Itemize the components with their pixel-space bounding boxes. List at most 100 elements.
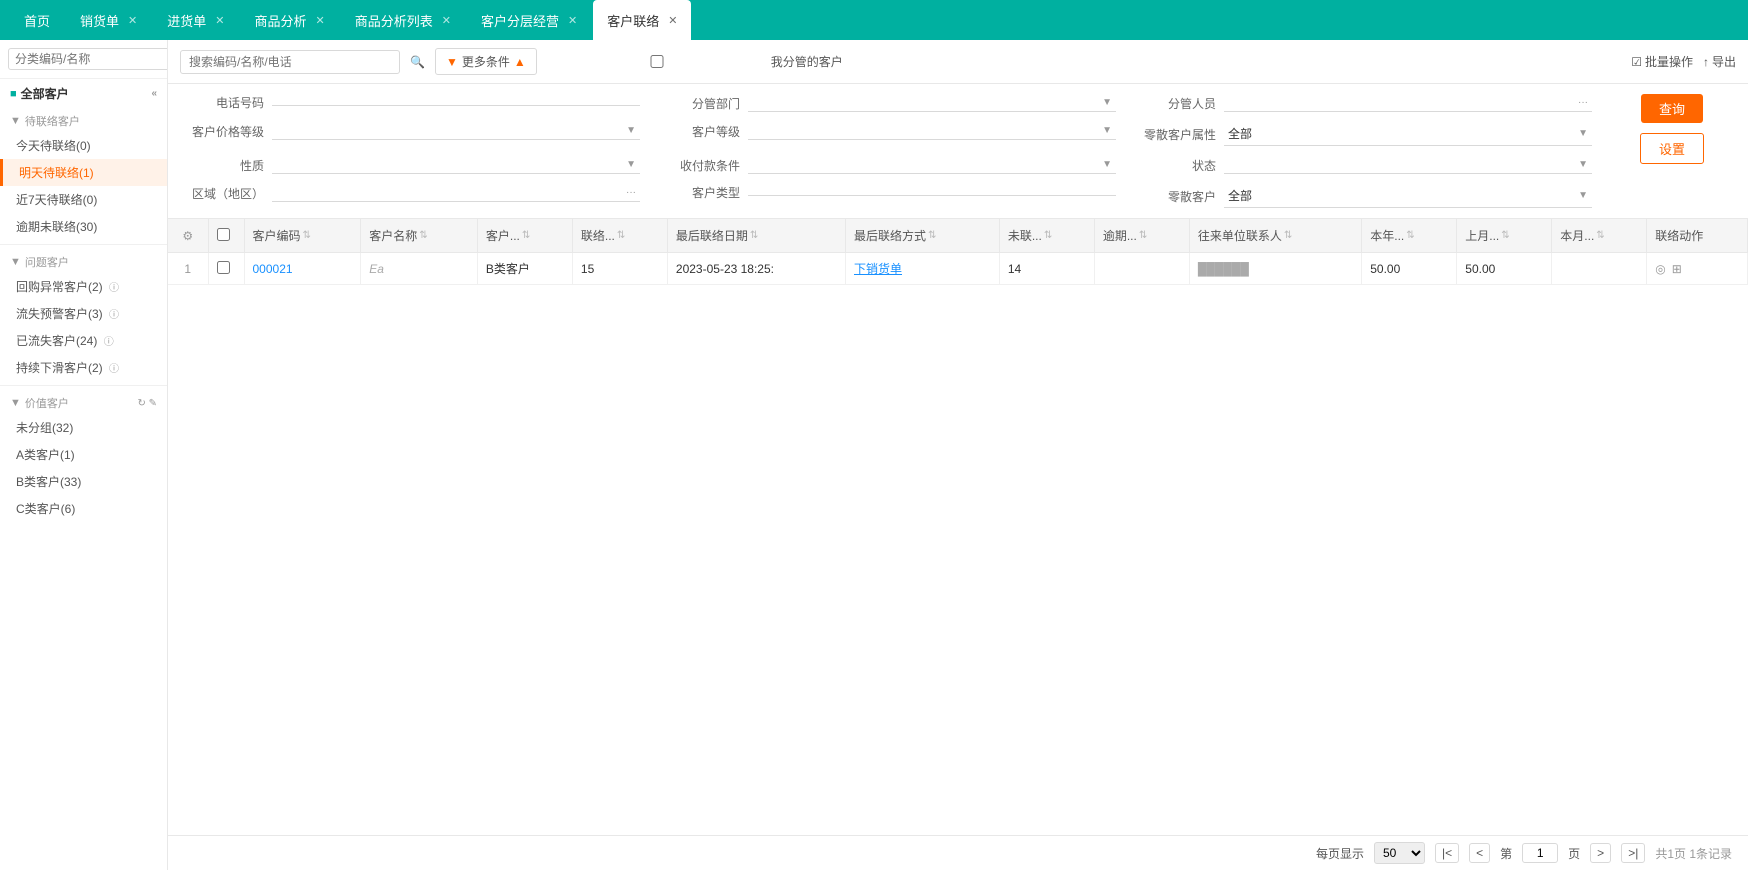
more-conditions-btn[interactable]: ▼ 更多条件 ▲	[435, 48, 537, 75]
filter-row-status: 状态 ▼	[1136, 156, 1592, 174]
nav-item-analysis[interactable]: 商品分析 ✕	[240, 0, 338, 40]
filter-row-region: 区域（地区） ···	[184, 184, 640, 202]
filter-nature-select[interactable]: ▼	[272, 156, 640, 174]
filter-price-level-select[interactable]: ▼	[272, 122, 640, 140]
filter-retail-customer-select[interactable]: 全部 ▼	[1224, 184, 1592, 208]
th-overdue[interactable]: 逾期... ⇅	[1094, 219, 1189, 253]
table-row: 1 000021 Ea B类客户 15 2023-05-23 18:25: 下销…	[168, 253, 1748, 285]
sidebar-item-unclassified[interactable]: 未分组(32)	[0, 414, 167, 441]
sidebar-item-declining[interactable]: 持续下滑客户(2) ⓘ	[0, 354, 167, 381]
row-contacts: ██████	[1189, 253, 1361, 285]
nav-close-purchase[interactable]: ✕	[215, 14, 224, 27]
th-name[interactable]: 客户名称 ⇅	[361, 219, 478, 253]
sidebar-item-class-c[interactable]: C类客户(6)	[0, 495, 167, 522]
nav-close-customer-contact[interactable]: ✕	[668, 14, 677, 27]
filter-region-input[interactable]: ···	[272, 184, 640, 202]
sidebar-all-customers[interactable]: ■ 全部客户 «	[0, 79, 167, 108]
filter-status-select[interactable]: ▼	[1224, 156, 1592, 174]
row-last-month: 50.00	[1457, 253, 1552, 285]
sidebar-item-7days[interactable]: 近7天待联络(0)	[0, 186, 167, 213]
last-page-btn[interactable]: >|	[1621, 843, 1645, 863]
th-contact[interactable]: 联络... ⇅	[572, 219, 667, 253]
query-btn[interactable]: 查询	[1641, 94, 1703, 123]
sidebar-item-churn-warning[interactable]: 流失预警客户(3) ⓘ	[0, 300, 167, 327]
filter-icon: ▼	[446, 55, 458, 69]
page-input[interactable]	[1522, 843, 1558, 863]
row-checkbox[interactable]	[208, 253, 244, 285]
sidebar-item-class-a[interactable]: A类客户(1)	[0, 441, 167, 468]
nav-close-analysis[interactable]: ✕	[316, 14, 325, 27]
sidebar-group-pending[interactable]: ▼ 待联络客户	[0, 108, 167, 132]
th-settings[interactable]: ⚙	[168, 219, 208, 253]
top-nav: 首页 销货单 ✕ 进货单 ✕ 商品分析 ✕ 商品分析列表 ✕ 客户分层经营 ✕ …	[0, 0, 1748, 40]
advanced-filter-panel: 电话号码 分管部门 ▼ 分管人员 ···	[168, 84, 1748, 219]
th-this-month[interactable]: 本月... ⇅	[1552, 219, 1647, 253]
filter-search-icon[interactable]: 🔍	[410, 55, 425, 69]
nav-close-sales[interactable]: ✕	[128, 14, 137, 27]
th-type[interactable]: 客户... ⇅	[477, 219, 572, 253]
th-not-contacted[interactable]: 未联... ⇅	[999, 219, 1094, 253]
filter-retail-attr-select[interactable]: 全部 ▼	[1224, 122, 1592, 146]
nav-close-analysis-list[interactable]: ✕	[442, 14, 451, 27]
export-btn[interactable]: ↑ 导出	[1703, 53, 1736, 70]
th-contacts[interactable]: 往来单位联系人 ⇅	[1189, 219, 1361, 253]
row-last-method[interactable]: 下销货单	[846, 253, 1000, 285]
my-customers-filter: 我分管的客户	[547, 53, 843, 70]
th-this-year[interactable]: 本年... ⇅	[1362, 219, 1457, 253]
filter-manager-input[interactable]: ···	[1224, 94, 1592, 112]
row-action-add-icon[interactable]: ⊞	[1672, 262, 1682, 276]
sidebar-group-problem[interactable]: ▼ 问题客户	[0, 249, 167, 273]
row-select-checkbox[interactable]	[217, 261, 230, 274]
row-last-date: 2023-05-23 18:25:	[667, 253, 845, 285]
nav-item-customer-layer[interactable]: 客户分层经营 ✕	[467, 0, 591, 40]
collapse-icon[interactable]: «	[151, 88, 157, 99]
filter-phone-input[interactable]	[272, 99, 640, 106]
my-customers-checkbox[interactable]	[547, 55, 767, 68]
first-page-btn[interactable]: |<	[1435, 843, 1459, 863]
filter-row-manager: 分管人员 ···	[1136, 94, 1592, 112]
sidebar-item-repurchase-abnormal[interactable]: 回购异常客户(2) ⓘ	[0, 273, 167, 300]
sidebar-item-class-b[interactable]: B类客户(33)	[0, 468, 167, 495]
sidebar: 🔍 ■ 全部客户 « ▼ 待联络客户 今天待联络(0) 明天待联络(1) 近7天…	[0, 40, 168, 870]
value-group-edit[interactable]: ↻ ✎	[137, 398, 157, 409]
nav-item-sales[interactable]: 销货单 ✕	[66, 0, 151, 40]
row-action-phone-icon[interactable]: ◎	[1655, 262, 1665, 276]
th-last-month[interactable]: 上月... ⇅	[1457, 219, 1552, 253]
sidebar-item-churned[interactable]: 已流失客户(24) ⓘ	[0, 327, 167, 354]
filter-row-customer-level: 客户等级 ▼	[660, 122, 1116, 140]
sidebar-item-tomorrow[interactable]: 明天待联络(1)	[0, 159, 167, 186]
nav-close-customer-layer[interactable]: ✕	[568, 14, 577, 27]
search-input[interactable]	[180, 50, 400, 74]
row-this-month	[1552, 253, 1647, 285]
row-code[interactable]: 000021	[244, 253, 361, 285]
next-page-btn[interactable]: >	[1590, 843, 1611, 863]
nav-item-analysis-list[interactable]: 商品分析列表 ✕	[341, 0, 465, 40]
filter-row-payment: 收付款条件 ▼	[660, 156, 1116, 174]
sidebar-search-input[interactable]	[8, 48, 168, 70]
table-footer: 每页显示 50 100 |< < 第 页 > >| 共1页 1条记录	[168, 835, 1748, 870]
row-name[interactable]: Ea	[361, 253, 478, 285]
filter-customer-level-select[interactable]: ▼	[748, 122, 1116, 140]
sidebar-group-value[interactable]: ▼ 价值客户 ↻ ✎	[0, 390, 167, 414]
filter-payment-select[interactable]: ▼	[748, 156, 1116, 174]
filter-row-retail-attr: 零散客户属性 全部 ▼	[1136, 122, 1592, 146]
nav-home[interactable]: 首页	[10, 0, 64, 40]
total-text: 共1页 1条记录	[1655, 845, 1732, 862]
select-all-checkbox[interactable]	[217, 228, 230, 241]
sidebar-search-area: 🔍	[0, 40, 167, 79]
th-last-method[interactable]: 最后联络方式 ⇅	[846, 219, 1000, 253]
bulk-action-btn[interactable]: ☑ 批量操作	[1631, 53, 1693, 70]
th-checkbox[interactable]	[208, 219, 244, 253]
th-code[interactable]: 客户编码 ⇅	[244, 219, 361, 253]
nav-item-customer-contact[interactable]: 客户联络 ✕	[593, 0, 691, 40]
nav-item-purchase[interactable]: 进货单 ✕	[153, 0, 238, 40]
sidebar-item-today[interactable]: 今天待联络(0)	[0, 132, 167, 159]
page-size-select[interactable]: 50 100	[1374, 842, 1425, 864]
filter-dept-select[interactable]: ▼	[748, 94, 1116, 112]
th-last-date[interactable]: 最后联络日期 ⇅	[667, 219, 845, 253]
row-this-year: 50.00	[1362, 253, 1457, 285]
prev-page-btn[interactable]: <	[1469, 843, 1490, 863]
set-btn[interactable]: 设置	[1640, 133, 1704, 164]
sidebar-item-overdue[interactable]: 逾期未联络(30)	[0, 213, 167, 240]
filter-customer-type-select[interactable]	[748, 189, 1116, 196]
